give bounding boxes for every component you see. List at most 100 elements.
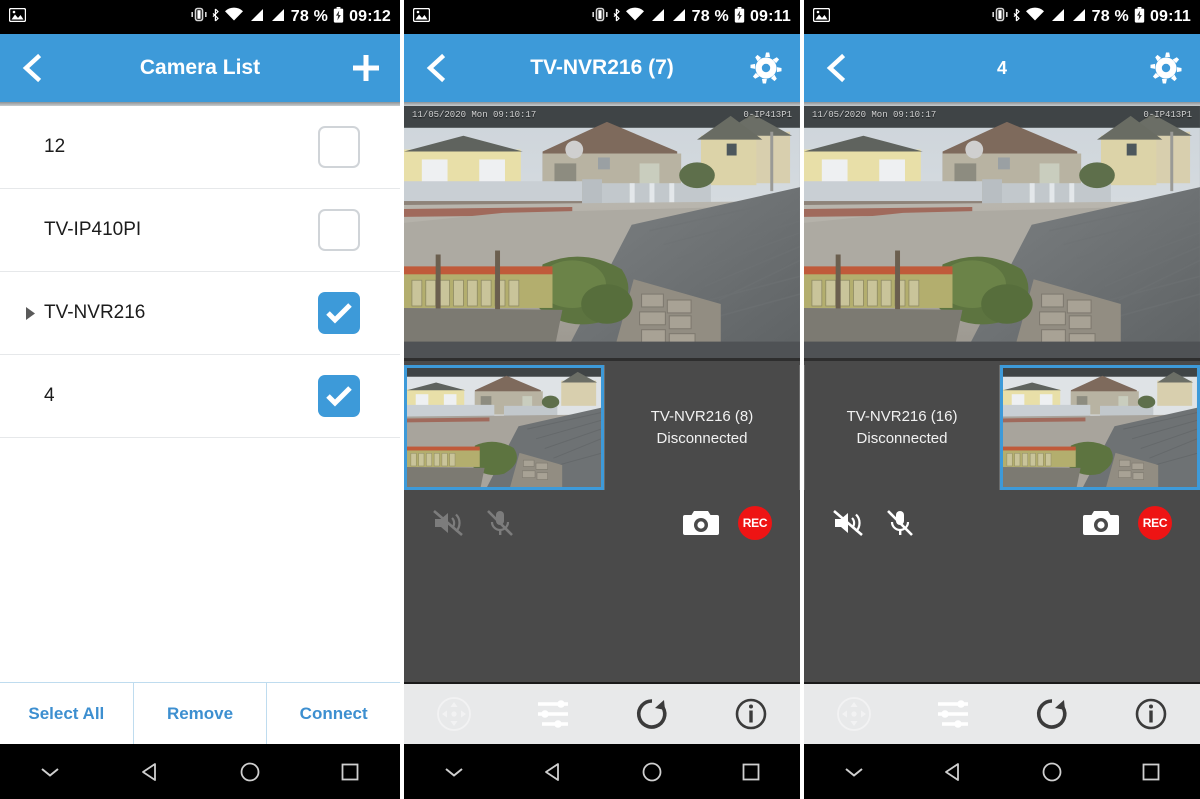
bottom-action-bar: Select All Remove Connect (0, 682, 401, 744)
page-title: 4 (996, 57, 1007, 78)
wifi-icon (1025, 7, 1045, 27)
camera-name: 12 (44, 136, 66, 157)
connect-button[interactable]: Connect (267, 683, 401, 744)
app-bar: TV-NVR216 (7) (404, 34, 800, 102)
ptz-joystick-icon[interactable] (804, 695, 903, 733)
mic-muted-icon[interactable] (886, 509, 914, 537)
thumbnail-live[interactable] (1000, 365, 1200, 490)
camera-icon[interactable] (682, 508, 720, 538)
image-icon (412, 7, 431, 27)
camera-checkbox[interactable] (318, 209, 360, 251)
camera-name: TV-NVR216 (44, 302, 146, 323)
nav-recents-button[interactable] (701, 762, 800, 782)
signal-icon-2 (671, 8, 687, 27)
thumbnail-offline[interactable]: TV-NVR216 (16) Disconnected (804, 365, 1000, 490)
list-item[interactable]: 4 (0, 355, 400, 438)
app-bar: 4 (804, 34, 1200, 102)
record-button[interactable]: REC (1138, 506, 1172, 540)
main-video-feed[interactable]: 11/05/2020 Mon 09:10:17 0-IP413P1 (804, 106, 1200, 361)
phone-screen-live-view-4: 78 % 09:11 4 11/05/2020 Mon 09:10:17 0-I… (800, 0, 1200, 799)
signal-icon-2 (1071, 8, 1087, 27)
speaker-muted-icon[interactable] (432, 509, 464, 537)
battery-charging-icon (1134, 6, 1145, 28)
status-bar-right-icons: 78 % 09:12 (191, 6, 391, 28)
audio-controls (832, 509, 914, 537)
refresh-icon[interactable] (1002, 696, 1101, 732)
media-control-bar: REC (404, 494, 800, 552)
audio-controls (432, 509, 514, 537)
plus-icon[interactable] (348, 50, 384, 86)
gear-icon[interactable] (1148, 50, 1184, 86)
nav-home-button[interactable] (1002, 761, 1101, 783)
back-chevron-icon[interactable] (820, 51, 854, 85)
sliders-icon[interactable] (903, 697, 1002, 731)
status-bar-left-icons (8, 7, 27, 27)
status-bar: 78 % 09:12 (0, 0, 400, 34)
battery-percent: 78 % (290, 8, 329, 25)
app-bar: Camera List (0, 34, 400, 102)
thumbnail-offline[interactable]: TV-NVR216 (8) Disconnected (604, 365, 800, 490)
three-phone-screenshots: 78 % 09:12 Camera List 12 TV-IP410PI TV-… (0, 0, 1200, 799)
camera-checkbox[interactable] (318, 292, 360, 334)
image-icon (812, 7, 831, 27)
live-view-container: 11/05/2020 Mon 09:10:17 0-IP413P1 TV-NVR… (404, 106, 800, 682)
list-item[interactable]: TV-NVR216 (0, 272, 400, 355)
thumbnail-status: Disconnected (656, 429, 748, 447)
signal-icon-2 (270, 8, 286, 27)
expand-arrow-icon[interactable] (20, 303, 40, 323)
info-icon[interactable] (1101, 696, 1200, 732)
thumbnail-live[interactable] (404, 365, 604, 490)
list-item[interactable]: 12 (0, 106, 400, 189)
status-bar: 78 % 09:11 (404, 0, 800, 34)
nav-hide-button[interactable] (404, 766, 503, 778)
back-chevron-icon[interactable] (420, 51, 454, 85)
nav-recents-button[interactable] (300, 762, 400, 782)
status-bar-left-icons (412, 7, 431, 27)
camera-scene (404, 106, 800, 359)
phone-screen-camera-list: 78 % 09:12 Camera List 12 TV-IP410PI TV-… (0, 0, 401, 799)
nav-back-button[interactable] (100, 762, 200, 782)
camera-scene (804, 106, 1200, 359)
vibrate-icon (592, 7, 608, 27)
nav-home-button[interactable] (200, 761, 300, 783)
android-nav-bar (404, 744, 800, 799)
status-bar-clock: 09:12 (349, 8, 391, 25)
viewer-empty-space (404, 552, 800, 682)
camera-checkbox[interactable] (318, 126, 360, 168)
status-bar: 78 % 09:11 (804, 0, 1200, 34)
vibrate-icon (992, 7, 1008, 27)
camera-checkbox[interactable] (318, 375, 360, 417)
ptz-joystick-icon[interactable] (404, 695, 503, 733)
refresh-icon[interactable] (602, 696, 701, 732)
thumbnail-camera-name: TV-NVR216 (16) (846, 407, 958, 425)
record-button[interactable]: REC (738, 506, 772, 540)
bottom-toolbar (804, 682, 1200, 744)
speaker-muted-icon[interactable] (832, 509, 864, 537)
sliders-icon[interactable] (503, 697, 602, 731)
list-item[interactable]: TV-IP410PI (0, 189, 400, 272)
battery-charging-icon (734, 6, 745, 28)
thumbnail-scene (1003, 368, 1197, 487)
nav-back-button[interactable] (903, 762, 1002, 782)
main-video-feed[interactable]: 11/05/2020 Mon 09:10:17 0-IP413P1 (404, 106, 800, 361)
vibrate-icon (191, 7, 207, 27)
info-icon[interactable] (701, 696, 800, 732)
camera-icon[interactable] (1082, 508, 1120, 538)
android-nav-bar (0, 744, 400, 799)
nav-back-button[interactable] (503, 762, 602, 782)
back-chevron-icon[interactable] (16, 51, 50, 85)
nav-home-button[interactable] (602, 761, 701, 783)
remove-button[interactable]: Remove (133, 683, 268, 744)
bluetooth-icon (1013, 8, 1020, 27)
gear-icon[interactable] (748, 50, 784, 86)
wifi-icon (625, 7, 645, 27)
bottom-toolbar (404, 682, 800, 744)
nav-hide-button[interactable] (804, 766, 903, 778)
image-icon (8, 7, 27, 27)
status-bar-clock: 09:11 (749, 8, 791, 25)
battery-charging-icon (333, 6, 344, 28)
nav-recents-button[interactable] (1101, 762, 1200, 782)
mic-muted-icon[interactable] (486, 509, 514, 537)
nav-hide-button[interactable] (0, 766, 100, 778)
select-all-button[interactable]: Select All (0, 683, 134, 744)
